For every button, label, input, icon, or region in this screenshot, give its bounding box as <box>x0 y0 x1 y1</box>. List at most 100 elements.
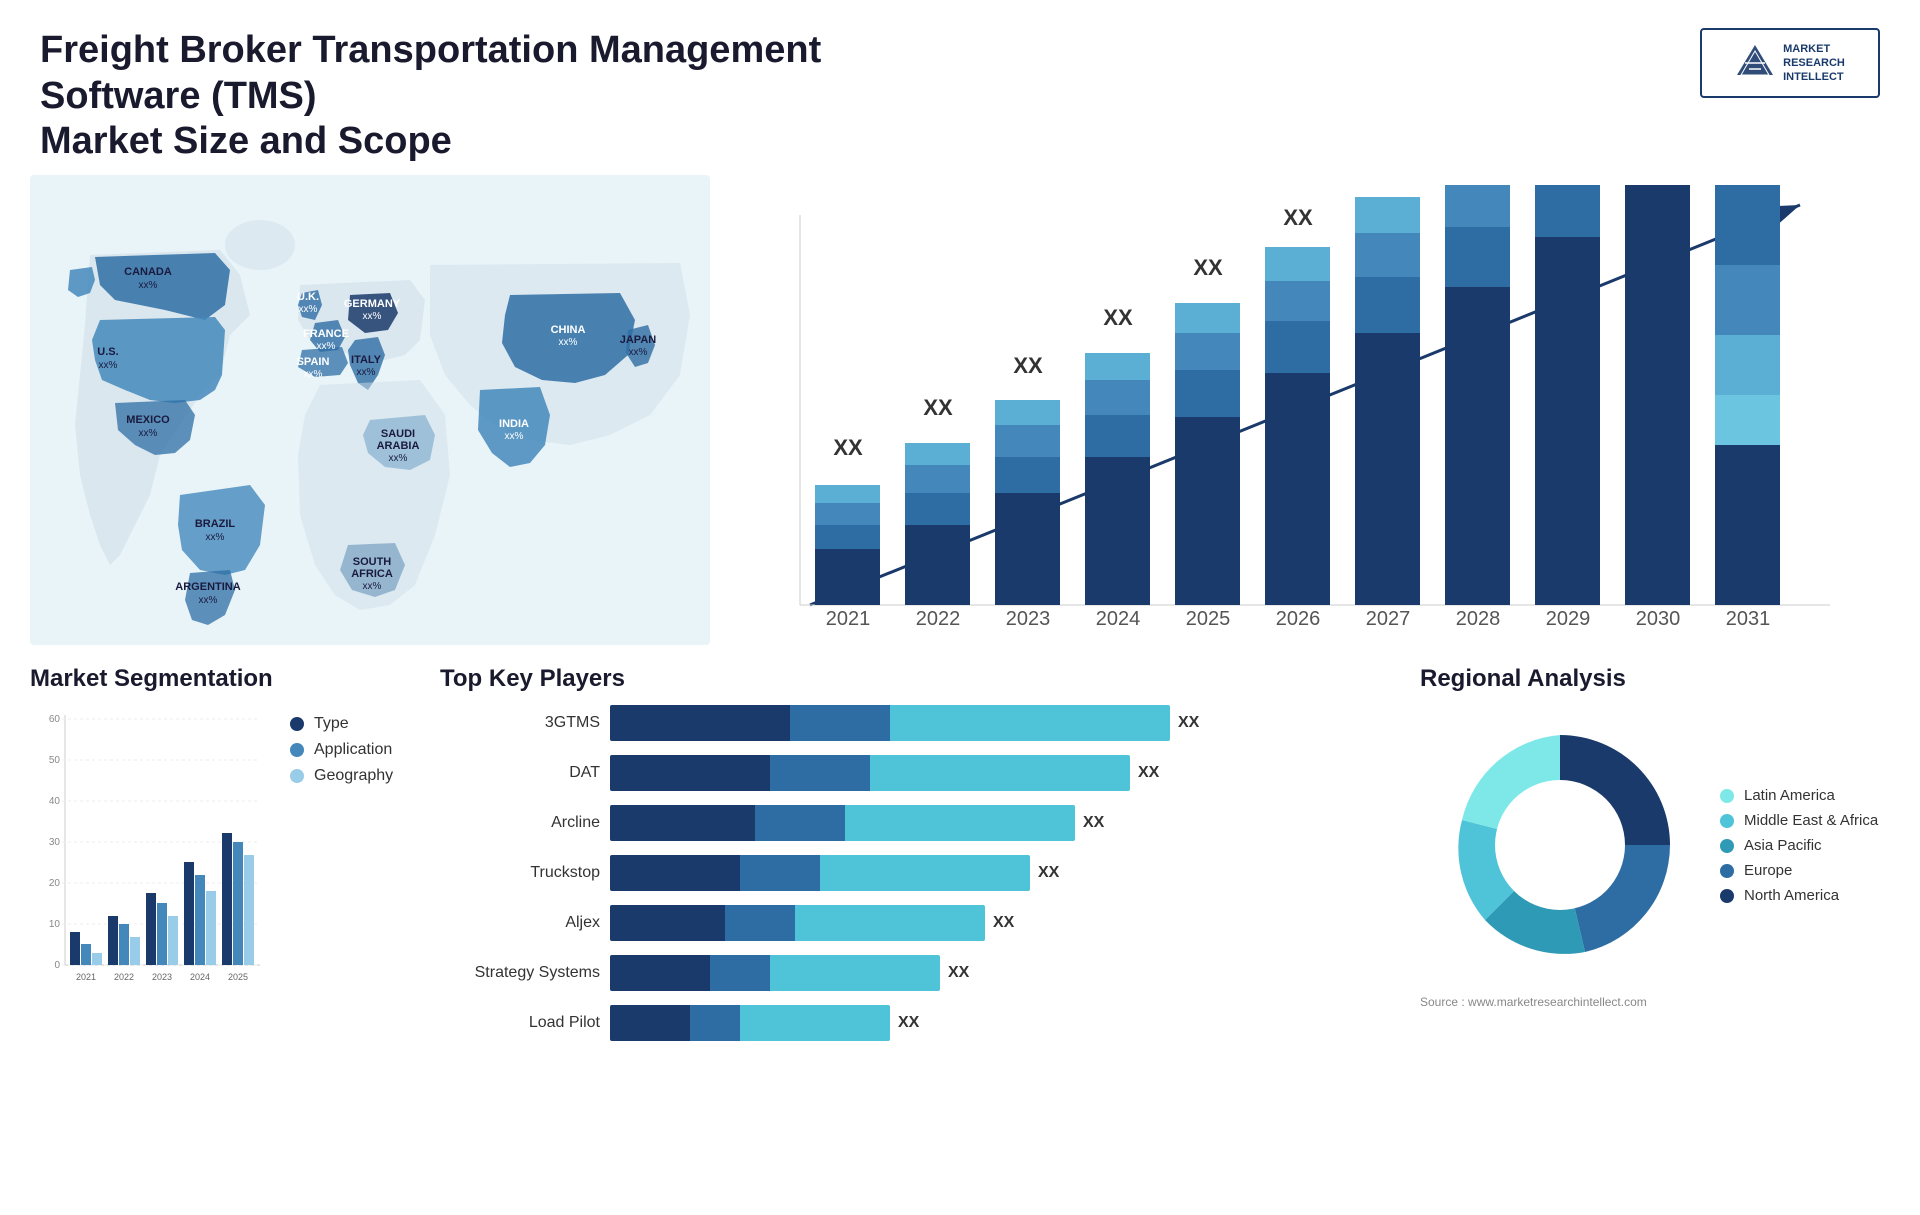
svg-text:xx%: xx% <box>629 347 648 358</box>
svg-text:XX: XX <box>1013 353 1043 378</box>
players-section: Top Key Players 3GTMS XX DAT XX <box>430 665 1390 1205</box>
svg-text:xx%: xx% <box>304 369 323 380</box>
logo-box: MARKET RESEARCH INTELLECT <box>1700 28 1880 98</box>
bar-dark-dat <box>610 755 770 791</box>
svg-text:xx%: xx% <box>206 532 225 543</box>
regional-legend: Latin America Middle East & Africa Asia … <box>1720 787 1878 912</box>
regional-layout: Latin America Middle East & Africa Asia … <box>1420 705 1880 985</box>
bar-mid-aljex <box>725 905 795 941</box>
svg-text:SPAIN: SPAIN <box>297 356 330 368</box>
svg-text:FRANCE: FRANCE <box>303 328 349 340</box>
regional-title: Regional Analysis <box>1420 665 1880 693</box>
svg-text:2030: 2030 <box>1636 608 1681 630</box>
svg-text:AFRICA: AFRICA <box>351 568 393 580</box>
player-name-3gtms: 3GTMS <box>440 714 600 732</box>
svg-text:ARGENTINA: ARGENTINA <box>175 581 240 593</box>
segmentation-legend: Type Application Geography <box>290 715 393 793</box>
svg-text:2026: 2026 <box>1276 608 1321 630</box>
logo-icon <box>1735 43 1775 83</box>
legend-asia-pacific: Asia Pacific <box>1720 837 1878 854</box>
bar-mid-loadpilot <box>690 1005 740 1041</box>
player-xx-strategy: XX <box>948 964 969 982</box>
svg-text:xx%: xx% <box>357 367 376 378</box>
donut-chart <box>1420 705 1700 985</box>
segmentation-section: Market Segmentation 0 10 20 30 40 50 60 <box>30 665 410 1205</box>
player-name-arcline: Arcline <box>440 814 600 832</box>
svg-text:2029: 2029 <box>1546 608 1591 630</box>
bar-light-3gtms <box>890 705 1170 741</box>
bar-2021-dark <box>815 549 880 605</box>
svg-text:XX: XX <box>1283 205 1313 230</box>
player-name-aljex: Aljex <box>440 914 600 932</box>
svg-text:SAUDI: SAUDI <box>381 428 415 440</box>
page-title: Freight Broker Transportation Management… <box>40 28 940 165</box>
growth-chart-section: XX 2021 XX 2022 XX 2023 XX 2024 <box>710 175 1890 655</box>
svg-text:BRAZIL: BRAZIL <box>195 518 236 530</box>
player-bar-3gtms: XX <box>610 705 1380 741</box>
player-name-loadpilot: Load Pilot <box>440 1014 600 1032</box>
svg-text:XX: XX <box>923 395 953 420</box>
north-america-dot <box>1720 889 1734 903</box>
svg-text:xx%: xx% <box>363 581 382 592</box>
svg-text:0: 0 <box>54 960 60 971</box>
svg-text:CANADA: CANADA <box>124 266 172 278</box>
player-bar-dat: XX <box>610 755 1380 791</box>
svg-text:xx%: xx% <box>317 341 336 352</box>
latin-america-dot <box>1720 789 1734 803</box>
svg-text:GERMANY: GERMANY <box>344 298 401 310</box>
bar-mid-truckstop <box>740 855 820 891</box>
bottom-grid: Market Segmentation 0 10 20 30 40 50 60 <box>0 655 1920 1215</box>
svg-text:XX: XX <box>1193 255 1223 280</box>
legend-type: Type <box>290 715 393 733</box>
player-row-arcline: Arcline XX <box>440 805 1380 841</box>
bar-light-loadpilot <box>740 1005 890 1041</box>
svg-text:2023: 2023 <box>1006 608 1051 630</box>
svg-text:60: 60 <box>49 714 61 725</box>
svg-text:xx%: xx% <box>199 595 218 606</box>
svg-text:xx%: xx% <box>139 428 158 439</box>
svg-text:2022: 2022 <box>916 608 961 630</box>
svg-text:2021: 2021 <box>76 972 96 982</box>
svg-text:CHINA: CHINA <box>551 324 586 336</box>
svg-text:2025: 2025 <box>1186 608 1231 630</box>
svg-text:INDIA: INDIA <box>499 418 529 430</box>
svg-text:xx%: xx% <box>559 337 578 348</box>
legend-north-america: North America <box>1720 887 1878 904</box>
bar-dark-arcline <box>610 805 755 841</box>
player-row-truckstop: Truckstop XX <box>440 855 1380 891</box>
player-xx-loadpilot: XX <box>898 1014 919 1032</box>
svg-text:2027: 2027 <box>1366 608 1411 630</box>
player-xx-aljex: XX <box>993 914 1014 932</box>
svg-text:2022: 2022 <box>114 972 134 982</box>
svg-text:U.S.: U.S. <box>97 346 118 358</box>
segmentation-chart: 0 10 20 30 40 50 60 2021 <box>30 705 270 1005</box>
svg-text:XX: XX <box>833 435 863 460</box>
svg-text:ITALY: ITALY <box>351 354 382 366</box>
player-name-strategy: Strategy Systems <box>440 964 600 982</box>
bar-light-aljex <box>795 905 985 941</box>
asia-pacific-dot <box>1720 839 1734 853</box>
bar-light-truckstop <box>820 855 1030 891</box>
svg-text:2023: 2023 <box>152 972 172 982</box>
svg-text:20: 20 <box>49 878 61 889</box>
players-title: Top Key Players <box>440 665 1380 693</box>
legend-middle-east: Middle East & Africa <box>1720 812 1878 829</box>
bar-dark-strategy <box>610 955 710 991</box>
player-xx-dat: XX <box>1138 764 1159 782</box>
svg-text:MEXICO: MEXICO <box>126 414 170 426</box>
svg-text:50: 50 <box>49 755 61 766</box>
player-bar-loadpilot: XX <box>610 1005 1380 1041</box>
svg-text:JAPAN: JAPAN <box>620 334 657 346</box>
bar-light-arcline <box>845 805 1075 841</box>
svg-text:10: 10 <box>49 919 61 930</box>
svg-text:SOUTH: SOUTH <box>353 556 392 568</box>
svg-text:2028: 2028 <box>1456 608 1501 630</box>
player-row-dat: DAT XX <box>440 755 1380 791</box>
player-bar-arcline: XX <box>610 805 1380 841</box>
header: Freight Broker Transportation Management… <box>0 0 1920 175</box>
player-name-truckstop: Truckstop <box>440 864 600 882</box>
svg-text:2021: 2021 <box>826 608 871 630</box>
player-row-aljex: Aljex XX <box>440 905 1380 941</box>
svg-text:xx%: xx% <box>139 280 158 291</box>
svg-text:2024: 2024 <box>190 972 210 982</box>
